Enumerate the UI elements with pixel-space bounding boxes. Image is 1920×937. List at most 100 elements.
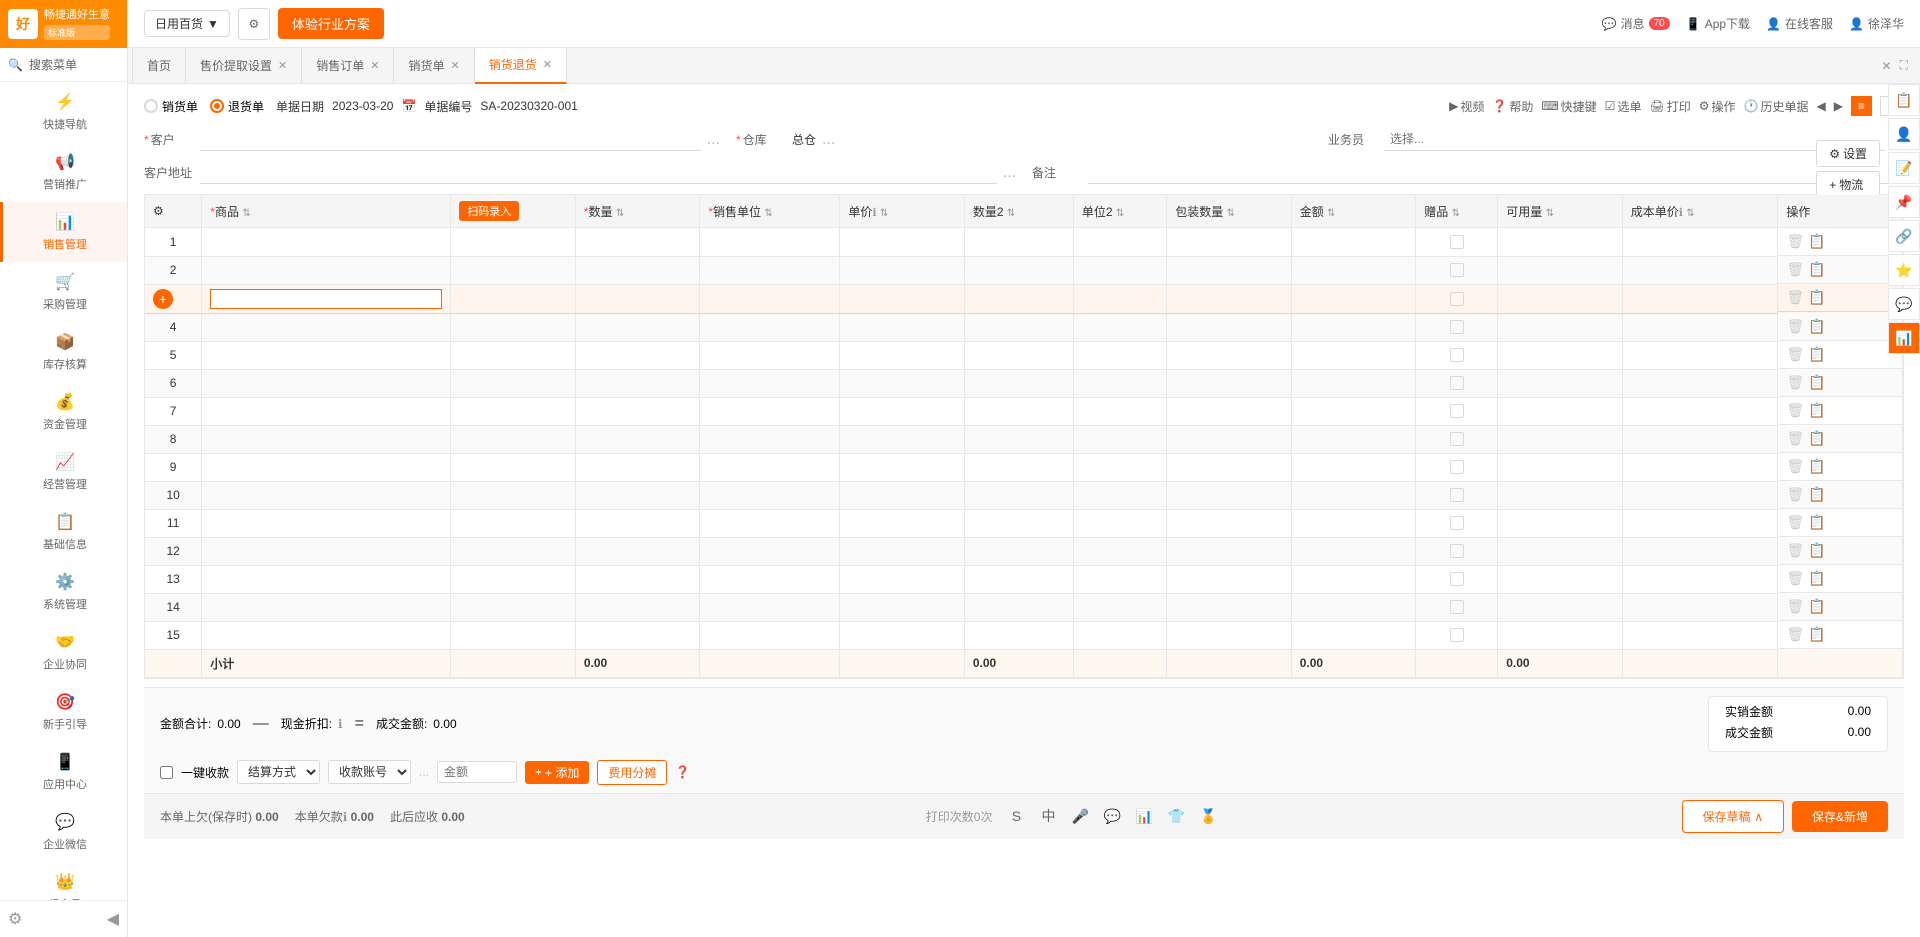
page-next-btn[interactable]: ▶	[1834, 99, 1843, 113]
pack-qty-sort-icon[interactable]: ⇅	[1227, 208, 1235, 219]
sidebar-item-app-center[interactable]: 📱 应用中心	[0, 742, 127, 802]
quantity-sort-icon[interactable]: ⇅	[616, 208, 624, 219]
app-download-item[interactable]: 📱 App下载	[1686, 15, 1750, 32]
amount-cell[interactable]	[1291, 228, 1416, 257]
right-icon-7[interactable]: 💬	[1888, 288, 1920, 320]
product-sort-icon[interactable]: ⇅	[242, 208, 250, 219]
settings-action-btn[interactable]: ⚙ 设置	[1816, 140, 1880, 167]
delete-row-icon[interactable]: 🗑	[1786, 542, 1804, 559]
logistics-btn[interactable]: + 物流	[1816, 171, 1880, 198]
right-icon-6[interactable]: ⭐	[1888, 254, 1920, 286]
delete-row-icon[interactable]: 🗑	[1786, 570, 1804, 587]
unit-price-cell[interactable]	[840, 284, 965, 313]
online-service-item[interactable]: 👤 在线客服	[1766, 15, 1833, 32]
copy-row-icon[interactable]: 📋	[1808, 626, 1825, 643]
tab-sales-return[interactable]: 销货退货 ✕	[475, 48, 567, 84]
radio-sale[interactable]: 销货单	[144, 98, 198, 115]
copy-row-icon[interactable]: 📋	[1808, 346, 1825, 363]
shortcut-btn[interactable]: ⌨ 快捷键	[1541, 98, 1596, 115]
gift-checkbox[interactable]	[1450, 348, 1464, 362]
sidebar-item-enterprise-wechat[interactable]: 💬 企业微信	[0, 802, 127, 862]
sales-unit-cell[interactable]	[700, 228, 840, 257]
cost-price-cell[interactable]	[1622, 256, 1778, 284]
copy-row-icon[interactable]: 📋	[1808, 402, 1825, 419]
message-item[interactable]: 💬 消息 70	[1602, 15, 1670, 32]
close-window-icon[interactable]: ✕	[1882, 59, 1892, 73]
copy-row-icon[interactable]: 📋	[1808, 514, 1825, 531]
sidebar-item-operations[interactable]: 📈 经营管理	[0, 442, 127, 502]
customer-input[interactable]	[200, 128, 701, 151]
th-settings[interactable]: ⚙	[145, 195, 202, 228]
user-avatar-item[interactable]: 👤 徐泽华	[1849, 15, 1904, 32]
right-icon-2[interactable]: 👤	[1888, 118, 1920, 150]
tab-sales-delivery-close[interactable]: ✕	[451, 59, 460, 72]
sidebar-item-inventory[interactable]: 📦 库存核算	[0, 322, 127, 382]
product-cell-active[interactable]	[202, 284, 451, 313]
bottom-icon-3[interactable]: 🎤	[1068, 804, 1092, 828]
delete-row-icon[interactable]: 🗑	[1786, 486, 1804, 503]
copy-row-icon[interactable]: 📋	[1808, 289, 1825, 306]
pack-qty-cell[interactable]	[1167, 256, 1292, 284]
delete-row-icon[interactable]: 🗑	[1786, 289, 1804, 306]
quantity2-cell[interactable]	[964, 256, 1073, 284]
sidebar-item-enterprise[interactable]: 🤝 企业协同	[0, 622, 127, 682]
delete-row-icon[interactable]: 🗑	[1786, 514, 1804, 531]
delete-row-icon[interactable]: 🗑	[1786, 430, 1804, 447]
copy-row-icon[interactable]: 📋	[1808, 458, 1825, 475]
sidebar-item-system[interactable]: ⚙️ 系统管理	[0, 562, 127, 622]
quantity-cell[interactable]	[575, 284, 700, 313]
gift-checkbox[interactable]	[1450, 544, 1464, 558]
gift-checkbox[interactable]	[1450, 263, 1464, 277]
right-icon-8[interactable]: 📊	[1888, 322, 1920, 354]
header-settings-button[interactable]: ⚙	[238, 8, 270, 40]
delete-row-icon[interactable]: 🗑	[1786, 346, 1804, 363]
right-icon-4[interactable]: 📌	[1888, 186, 1920, 218]
delete-row-icon[interactable]: 🗑	[1786, 261, 1804, 278]
bottom-icon-7[interactable]: 🏅	[1196, 804, 1220, 828]
tab-sales-return-close[interactable]: ✕	[543, 58, 552, 71]
sidebar-item-purchase[interactable]: 🛒 采购管理	[0, 262, 127, 322]
bottom-icon-5[interactable]: 📊	[1132, 804, 1156, 828]
history-btn[interactable]: 🕐 历史单据	[1743, 98, 1808, 115]
search-menu-item[interactable]: 🔍 搜索菜单	[0, 48, 127, 82]
cost-price-sort-icon[interactable]: ⇅	[1686, 208, 1694, 219]
copy-row-icon[interactable]: 📋	[1808, 542, 1825, 559]
gift-checkbox[interactable]	[1450, 404, 1464, 418]
cost-price-info-icon[interactable]: ℹ	[1679, 207, 1683, 219]
sidebar-item-marketing[interactable]: 📢 营销推广	[0, 142, 127, 202]
per-order-icon[interactable]: ℹ	[343, 810, 348, 824]
available-cell[interactable]	[1498, 256, 1623, 284]
discount-info-icon[interactable]: ℹ	[338, 717, 343, 731]
radio-return[interactable]: 退货单	[210, 98, 264, 115]
delete-row-icon[interactable]: 🗑	[1786, 458, 1804, 475]
product-input-active[interactable]	[210, 289, 442, 309]
tab-sales-order[interactable]: 销售订单 ✕	[302, 48, 394, 84]
amount-cell[interactable]	[1291, 256, 1416, 284]
gift-checkbox[interactable]	[1450, 235, 1464, 249]
product-cell[interactable]	[202, 228, 451, 257]
add-row-button[interactable]: +	[153, 289, 173, 309]
gift-checkbox[interactable]	[1450, 572, 1464, 586]
gift-sort-icon[interactable]: ⇅	[1452, 208, 1460, 219]
expense-split-button[interactable]: 费用分摊	[597, 760, 667, 785]
warehouse-dots[interactable]: ...	[822, 131, 835, 149]
product-cell[interactable]	[202, 256, 451, 284]
amount-cell[interactable]	[1291, 284, 1416, 313]
quantity2-cell[interactable]	[964, 228, 1073, 257]
quantity2-cell[interactable]	[964, 284, 1073, 313]
quantity2-sort-icon[interactable]: ⇅	[1007, 208, 1015, 219]
customer-dots[interactable]: ...	[707, 131, 720, 149]
copy-row-icon[interactable]: 📋	[1808, 570, 1825, 587]
copy-row-icon[interactable]: 📋	[1808, 486, 1825, 503]
delete-row-icon[interactable]: 🗑	[1786, 233, 1804, 250]
copy-row-icon[interactable]: 📋	[1808, 318, 1825, 335]
copy-row-icon[interactable]: 📋	[1808, 430, 1825, 447]
quantity-cell[interactable]	[575, 228, 700, 257]
bottom-icon-2[interactable]: 中	[1036, 804, 1060, 828]
print-btn[interactable]: 🖨 打印	[1649, 98, 1690, 115]
gift-checkbox[interactable]	[1450, 376, 1464, 390]
gift-checkbox[interactable]	[1450, 460, 1464, 474]
tab-price-setup-close[interactable]: ✕	[278, 59, 287, 72]
copy-row-icon[interactable]: 📋	[1808, 261, 1825, 278]
account-select[interactable]: 收款账号	[328, 760, 411, 784]
